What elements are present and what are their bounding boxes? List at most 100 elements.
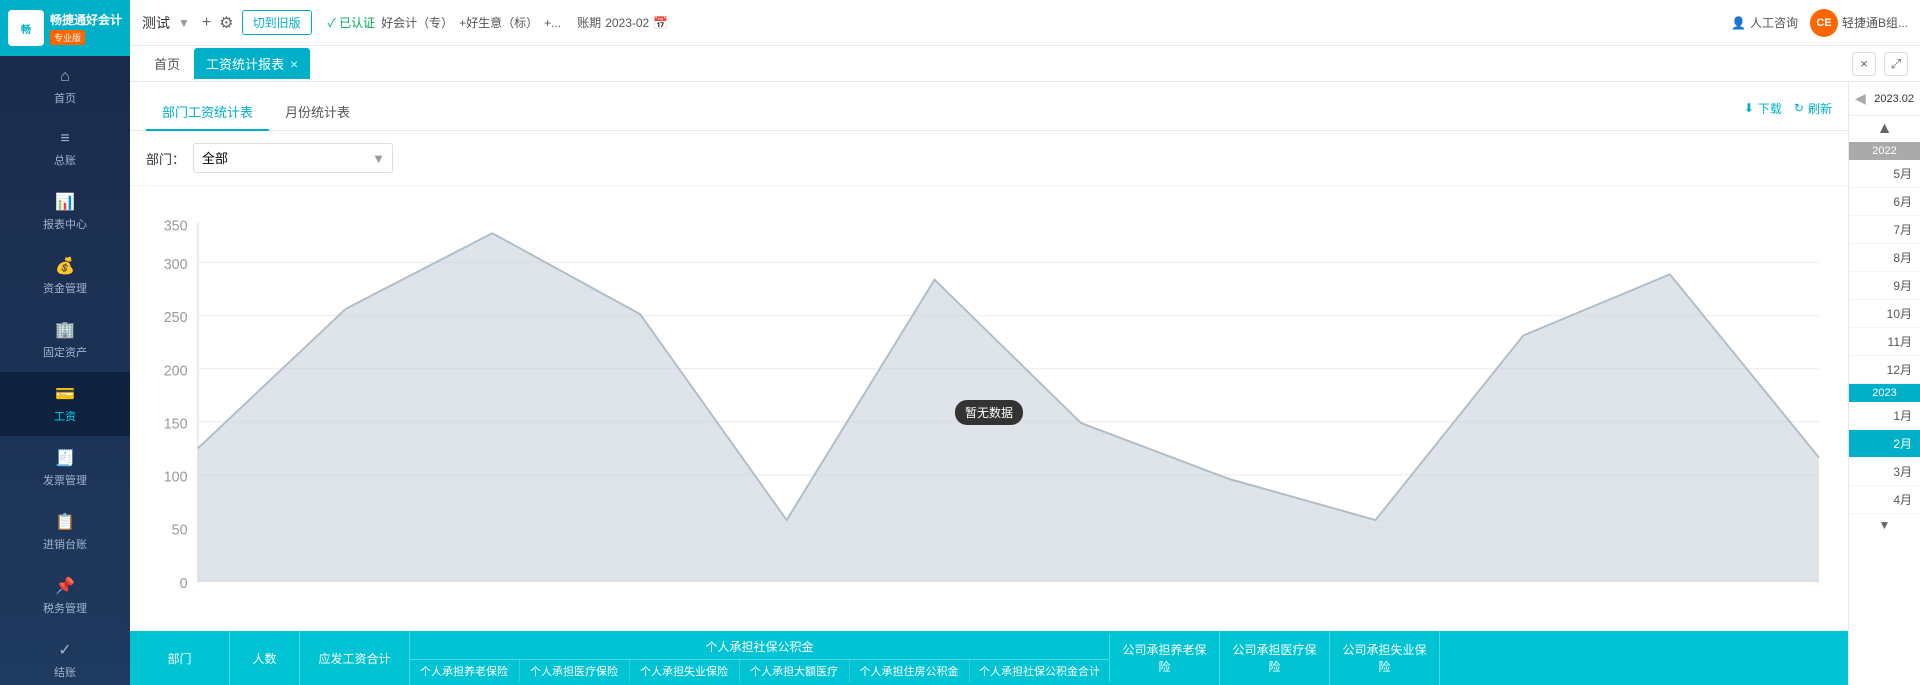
sidebar-item-home[interactable]: ⌂ 首页 xyxy=(0,56,130,118)
col-count: 人数 xyxy=(230,631,300,685)
right-panel-date: 2023.02 xyxy=(1874,93,1914,105)
col-personal-housing: 个人承担住房公积金 xyxy=(850,660,970,682)
svg-text:250: 250 xyxy=(164,310,188,326)
period-value: 2023-02 xyxy=(605,16,649,30)
sidebar-label-reports: 报表中心 xyxy=(43,216,87,232)
right-panel-nav: ▲ 2022 5月 6月 7月 8月 9月 10月 11月 12月 2023 1… xyxy=(1849,116,1920,685)
col-personal-medical: 个人承担医疗保险 xyxy=(520,660,630,682)
service-button[interactable]: 👤 人工咨询 xyxy=(1731,14,1798,31)
col-company-medical: 公司承担医疗保险 xyxy=(1220,631,1330,685)
panel-nav-down[interactable]: ▼ xyxy=(1849,514,1920,536)
col-personal-major-medical: 个人承担大额医疗 xyxy=(740,660,850,682)
home-icon: ⌂ xyxy=(60,68,70,86)
header-add-btn[interactable]: + xyxy=(202,14,211,32)
col-group-personal: 个人承担社保公积金 个人承担养老保险 个人承担医疗保险 个人承担失业保险 个人承… xyxy=(410,634,1110,682)
sidebar-label-funds: 资金管理 xyxy=(43,280,87,296)
sub-tabs: 部门工资统计表 月份统计表 ⬇ 下载 ↻ 刷新 xyxy=(130,82,1848,131)
month-2022-10[interactable]: 10月 xyxy=(1849,300,1920,328)
filter-bar: 部门： 全部 部门A 部门B ▼ xyxy=(130,131,1848,186)
logo-line1: 畅捷通好会计 xyxy=(50,11,122,28)
sub-tab-monthly[interactable]: 月份统计表 xyxy=(269,94,366,131)
user-profile[interactable]: CE 轻捷通B组... xyxy=(1810,9,1908,37)
logo-text: 畅捷通好会计 专业版 xyxy=(50,11,122,45)
refresh-button[interactable]: ↻ 刷新 xyxy=(1794,100,1832,117)
user-avatar: CE xyxy=(1810,9,1838,37)
logo-badge: 专业版 xyxy=(50,30,85,45)
tab-extra-buttons: × ⤢ xyxy=(1852,52,1908,76)
tab-payroll-report-label: 工资统计报表 xyxy=(206,54,284,73)
calendar-icon[interactable]: 📅 xyxy=(653,16,668,30)
sidebar-item-ledger[interactable]: ≡ 总账 xyxy=(0,118,130,180)
sidebar-label-ledger: 总账 xyxy=(54,152,76,168)
month-2022-12[interactable]: 12月 xyxy=(1849,356,1920,384)
chart-tooltip: 暂无数据 xyxy=(955,400,1023,425)
period-label: 账期 xyxy=(577,14,601,31)
col-group-personal-header: 个人承担社保公积金 xyxy=(410,634,1109,660)
month-2022-5[interactable]: 5月 xyxy=(1849,160,1920,188)
funds-icon: 💰 xyxy=(55,256,75,276)
download-button[interactable]: ⬇ 下载 xyxy=(1744,100,1782,117)
sidebar-label-purchase: 进销台账 xyxy=(43,536,87,552)
company-dropdown-arrow[interactable]: ▼ xyxy=(178,16,190,30)
refresh-label: 刷新 xyxy=(1808,100,1832,117)
sidebar-item-assets[interactable]: 🏢 固定资产 xyxy=(0,308,130,372)
right-panel-prev[interactable]: ◀ xyxy=(1855,90,1866,107)
month-2023-4[interactable]: 4月 xyxy=(1849,486,1920,514)
sidebar-item-settlement[interactable]: ✓ 结账 xyxy=(0,628,130,685)
svg-text:200: 200 xyxy=(164,363,188,379)
svg-text:350: 350 xyxy=(164,218,188,234)
sidebar: 畅 畅捷通好会计 专业版 ⌂ 首页 ≡ 总账 📊 报表中心 💰 资金管理 🏢 固… xyxy=(0,0,130,685)
col-personal-total: 个人承担社保公积金合计 xyxy=(970,660,1110,682)
sidebar-item-invoice[interactable]: 🧾 发票管理 xyxy=(0,436,130,500)
header-badges: ✓ 已认证 好会计（专） +好生意（标） +... xyxy=(328,14,562,31)
filter-dept-select[interactable]: 全部 部门A 部门B xyxy=(193,143,393,173)
chart-area: 0 50 100 150 200 250 300 350 暂无数据 xyxy=(130,186,1848,631)
svg-text:0: 0 xyxy=(180,576,188,592)
sub-tab-dept[interactable]: 部门工资统计表 xyxy=(146,94,269,131)
badge-more: +... xyxy=(544,16,561,30)
download-icon: ⬇ xyxy=(1744,101,1754,115)
assets-icon: 🏢 xyxy=(55,320,75,340)
month-2022-6[interactable]: 6月 xyxy=(1849,188,1920,216)
month-2022-7[interactable]: 7月 xyxy=(1849,216,1920,244)
col-group-personal-sub: 个人承担养老保险 个人承担医疗保险 个人承担失业保险 个人承担大额医疗 个人承担… xyxy=(410,660,1110,682)
right-panel: ◀ 2023.02 ▲ 2022 5月 6月 7月 8月 9月 10月 11月 … xyxy=(1848,82,1920,685)
settlement-icon: ✓ xyxy=(58,640,71,660)
filter-dept-wrapper: 全部 部门A 部门B ▼ xyxy=(193,143,393,173)
sidebar-item-reports[interactable]: 📊 报表中心 xyxy=(0,180,130,244)
tax-icon: 📌 xyxy=(55,576,75,596)
tab-payroll-report[interactable]: 工资统计报表 × xyxy=(194,48,310,79)
right-panel-header: ◀ 2023.02 xyxy=(1849,82,1920,116)
svg-text:50: 50 xyxy=(172,523,188,539)
tab-maximize-button[interactable]: ⤢ xyxy=(1884,52,1908,76)
sidebar-label-settlement: 结账 xyxy=(54,664,76,680)
user-name: 轻捷通B组... xyxy=(1842,14,1908,31)
header-settings-icon[interactable]: ⚙ xyxy=(219,13,233,33)
switch-old-button[interactable]: 切到旧版 xyxy=(242,10,312,35)
header-right: 👤 人工咨询 CE 轻捷通B组... xyxy=(1731,9,1908,37)
col-dept: 部门 xyxy=(130,631,230,685)
tab-close-button[interactable]: × xyxy=(290,56,298,72)
top-header: 测试 ▼ + ⚙ 切到旧版 ✓ 已认证 好会计（专） +好生意（标） +... … xyxy=(130,0,1920,46)
month-2022-8[interactable]: 8月 xyxy=(1849,244,1920,272)
sidebar-item-purchase[interactable]: 📋 进销台账 xyxy=(0,500,130,564)
filter-dept-label: 部门： xyxy=(146,149,185,168)
month-2023-3[interactable]: 3月 xyxy=(1849,458,1920,486)
sidebar-label-invoice: 发票管理 xyxy=(43,472,87,488)
tab-minimize-button[interactable]: × xyxy=(1852,52,1876,76)
month-2023-2[interactable]: 2月 xyxy=(1849,430,1920,458)
svg-text:300: 300 xyxy=(164,257,188,273)
purchase-icon: 📋 xyxy=(55,512,75,532)
sidebar-item-payroll[interactable]: 💳 工资 xyxy=(0,372,130,436)
month-2022-9[interactable]: 9月 xyxy=(1849,272,1920,300)
col-company-unemployment: 公司承担失业保险 xyxy=(1330,631,1440,685)
tab-home[interactable]: 首页 xyxy=(142,48,192,79)
month-2023-1[interactable]: 1月 xyxy=(1849,402,1920,430)
sidebar-item-funds[interactable]: 💰 资金管理 xyxy=(0,244,130,308)
panel-nav-up[interactable]: ▲ xyxy=(1849,116,1920,142)
payroll-icon: 💳 xyxy=(55,384,75,404)
service-label: 人工咨询 xyxy=(1750,14,1798,31)
sidebar-item-tax[interactable]: 📌 税务管理 xyxy=(0,564,130,628)
month-2022-11[interactable]: 11月 xyxy=(1849,328,1920,356)
col-personal-pension: 个人承担养老保险 xyxy=(410,660,520,682)
